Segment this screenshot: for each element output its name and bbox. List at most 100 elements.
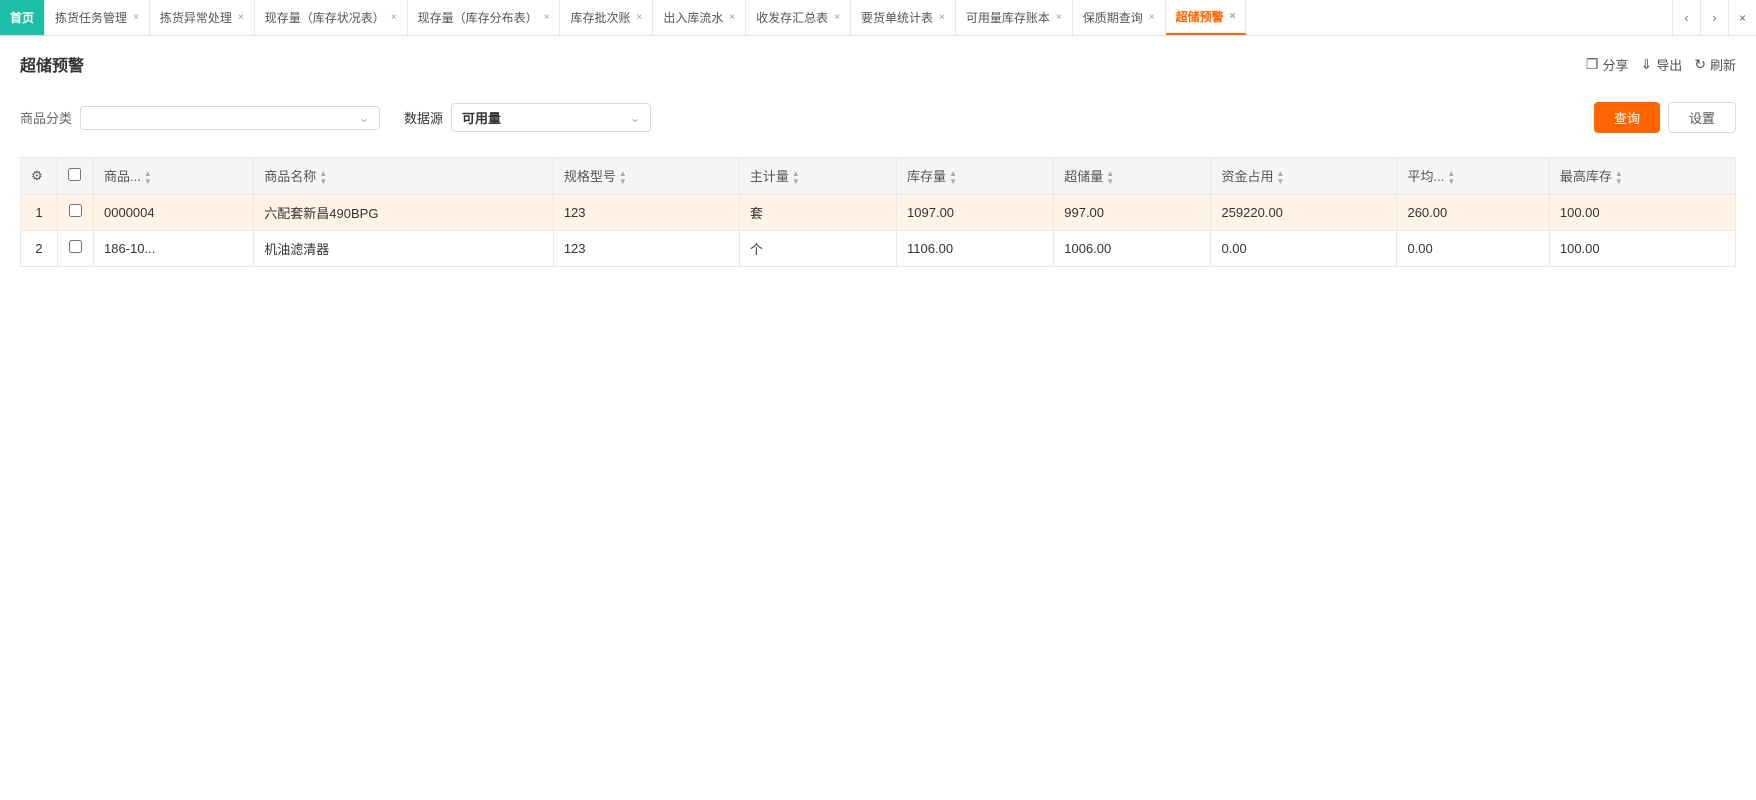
nav-tab-jianhuorenwuguanli[interactable]: 拣货任务管理 × xyxy=(45,0,150,35)
page-header: 超储预警 ❐ 分享 ⇓ 导出 ↻ 刷新 xyxy=(20,52,1736,76)
export-button[interactable]: ⇓ 导出 xyxy=(1641,55,1683,74)
nav-tab-chaochuyujing[interactable]: 超储预警 × xyxy=(1166,0,1247,35)
close-icon[interactable]: × xyxy=(391,12,397,23)
nav-tab-xiancunliang1[interactable]: 现存量（库存状况表） × xyxy=(255,0,408,35)
close-icon[interactable]: × xyxy=(834,12,840,23)
datasource-value: 可用量 xyxy=(462,108,501,127)
close-icon[interactable]: × xyxy=(636,12,642,23)
close-icon[interactable]: × xyxy=(1230,11,1236,22)
datasource-label: 数据源 xyxy=(404,108,443,127)
close-icon[interactable]: × xyxy=(238,12,244,23)
sort-icon: ▲▼ xyxy=(1447,170,1455,186)
cell-product-code: 186-10... xyxy=(94,230,254,266)
nav-more-button[interactable]: × xyxy=(1728,0,1756,35)
cell-overflow: 997.00 xyxy=(1054,194,1211,230)
data-table: ⚙ 商品...▲▼ 商品名称▲▼ 规格型号▲▼ 主计量▲▼ 库 xyxy=(20,157,1736,267)
filter-buttons: 查询 设置 xyxy=(1594,102,1736,133)
cell-stock: 1106.00 xyxy=(897,230,1054,266)
settings-button[interactable]: 设置 xyxy=(1668,102,1736,133)
close-icon[interactable]: × xyxy=(133,12,139,23)
export-icon: ⇓ xyxy=(1641,56,1653,73)
sort-icon: ▲▼ xyxy=(1276,170,1284,186)
nav-arrows: ‹ › × xyxy=(1672,0,1756,35)
close-icon[interactable]: × xyxy=(939,12,945,23)
chevron-down-icon: ⌄ xyxy=(630,111,640,125)
cell-avg: 0.00 xyxy=(1397,230,1549,266)
page-title: 超储预警 xyxy=(20,52,84,76)
sort-icon: ▲▼ xyxy=(792,170,800,186)
nav-tab-baozhi[interactable]: 保质期查询 × xyxy=(1073,0,1166,35)
category-select[interactable]: ⌄ xyxy=(80,106,380,130)
cell-product-code: 0000004 xyxy=(94,194,254,230)
close-icon[interactable]: × xyxy=(544,12,550,23)
row-checkbox[interactable] xyxy=(69,240,82,253)
col-capital: 资金占用▲▼ xyxy=(1211,158,1397,195)
col-unit: 主计量▲▼ xyxy=(739,158,896,195)
refresh-button[interactable]: ↻ 刷新 xyxy=(1694,55,1736,74)
sort-icon: ▲▼ xyxy=(619,170,627,186)
table-header-row: ⚙ 商品...▲▼ 商品名称▲▼ 规格型号▲▼ 主计量▲▼ 库 xyxy=(21,158,1736,195)
refresh-icon: ↻ xyxy=(1694,56,1706,73)
table-row: 2 186-10... 机油滤清器 123 个 1106.00 1006.00 … xyxy=(21,230,1736,266)
datasource-filter: 数据源 可用量 ⌄ xyxy=(404,103,651,132)
checkbox-header xyxy=(58,158,94,195)
cell-max-stock: 100.00 xyxy=(1549,230,1735,266)
row-checkbox-cell xyxy=(58,194,94,230)
cell-spec: 123 xyxy=(553,230,739,266)
datasource-select[interactable]: 可用量 ⌄ xyxy=(451,103,651,132)
cell-avg: 260.00 xyxy=(1397,194,1549,230)
sort-icon: ▲▼ xyxy=(949,170,957,186)
nav-next-button[interactable]: › xyxy=(1700,0,1728,35)
nav-tab-yaohuo[interactable]: 要货单统计表 × xyxy=(851,0,956,35)
col-overflow: 超储量▲▼ xyxy=(1054,158,1211,195)
nav-tab-keyongliang[interactable]: 可用量库存账本 × xyxy=(956,0,1073,35)
col-spec: 规格型号▲▼ xyxy=(553,158,739,195)
nav-tab-xiancunliang2[interactable]: 现存量（库存分布表） × xyxy=(408,0,561,35)
col-product-code: 商品...▲▼ xyxy=(94,158,254,195)
cell-stock: 1097.00 xyxy=(897,194,1054,230)
cell-max-stock: 100.00 xyxy=(1549,194,1735,230)
select-all-checkbox[interactable] xyxy=(68,168,81,181)
query-button[interactable]: 查询 xyxy=(1594,102,1660,133)
sort-icon: ▲▼ xyxy=(1106,170,1114,186)
cell-spec: 123 xyxy=(553,194,739,230)
row-checkbox[interactable] xyxy=(69,204,82,217)
row-index: 1 xyxy=(21,194,58,230)
header-actions: ❐ 分享 ⇓ 导出 ↻ 刷新 xyxy=(1586,55,1736,74)
col-product-name: 商品名称▲▼ xyxy=(254,158,554,195)
col-avg: 平均...▲▼ xyxy=(1397,158,1549,195)
close-icon[interactable]: × xyxy=(1149,12,1155,23)
sort-icon: ▲▼ xyxy=(1615,170,1623,186)
table-row: 1 0000004 六配套新昌490BPG 123 套 1097.00 997.… xyxy=(21,194,1736,230)
category-label: 商品分类 xyxy=(20,108,72,127)
col-max-stock: 最高库存▲▼ xyxy=(1549,158,1735,195)
cell-product-name: 机油滤清器 xyxy=(254,230,554,266)
col-stock: 库存量▲▼ xyxy=(897,158,1054,195)
cell-overflow: 1006.00 xyxy=(1054,230,1211,266)
category-filter: 商品分类 ⌄ xyxy=(20,106,380,130)
cell-capital: 259220.00 xyxy=(1211,194,1397,230)
share-button[interactable]: ❐ 分享 xyxy=(1586,55,1629,74)
gear-icon[interactable]: ⚙ xyxy=(31,168,47,184)
nav-tab-kucunpicizh[interactable]: 库存批次账 × xyxy=(560,0,653,35)
nav-tab-jianhuoyichangchuli[interactable]: 拣货异常处理 × xyxy=(150,0,255,35)
sort-icon: ▲▼ xyxy=(144,170,152,186)
row-checkbox-cell xyxy=(58,230,94,266)
filter-bar: 商品分类 ⌄ 数据源 可用量 ⌄ 查询 设置 xyxy=(20,92,1736,143)
nav-home[interactable]: 首页 xyxy=(0,0,45,35)
cell-unit: 套 xyxy=(739,194,896,230)
settings-header: ⚙ xyxy=(21,158,58,195)
close-icon[interactable]: × xyxy=(1056,12,1062,23)
cell-capital: 0.00 xyxy=(1211,230,1397,266)
cell-product-name: 六配套新昌490BPG xyxy=(254,194,554,230)
nav-prev-button[interactable]: ‹ xyxy=(1672,0,1700,35)
page-content: 超储预警 ❐ 分享 ⇓ 导出 ↻ 刷新 商品分类 ⌄ 数据源 xyxy=(0,36,1756,800)
row-index: 2 xyxy=(21,230,58,266)
nav-tab-shofazong[interactable]: 收发存汇总表 × xyxy=(746,0,851,35)
share-icon: ❐ xyxy=(1586,56,1599,73)
close-icon[interactable]: × xyxy=(729,12,735,23)
nav-tab-churukuliushui[interactable]: 出入库流水 × xyxy=(653,0,746,35)
cell-unit: 个 xyxy=(739,230,896,266)
top-nav: 首页 拣货任务管理 × 拣货异常处理 × 现存量（库存状况表） × 现存量（库存… xyxy=(0,0,1756,36)
sort-icon: ▲▼ xyxy=(319,170,327,186)
